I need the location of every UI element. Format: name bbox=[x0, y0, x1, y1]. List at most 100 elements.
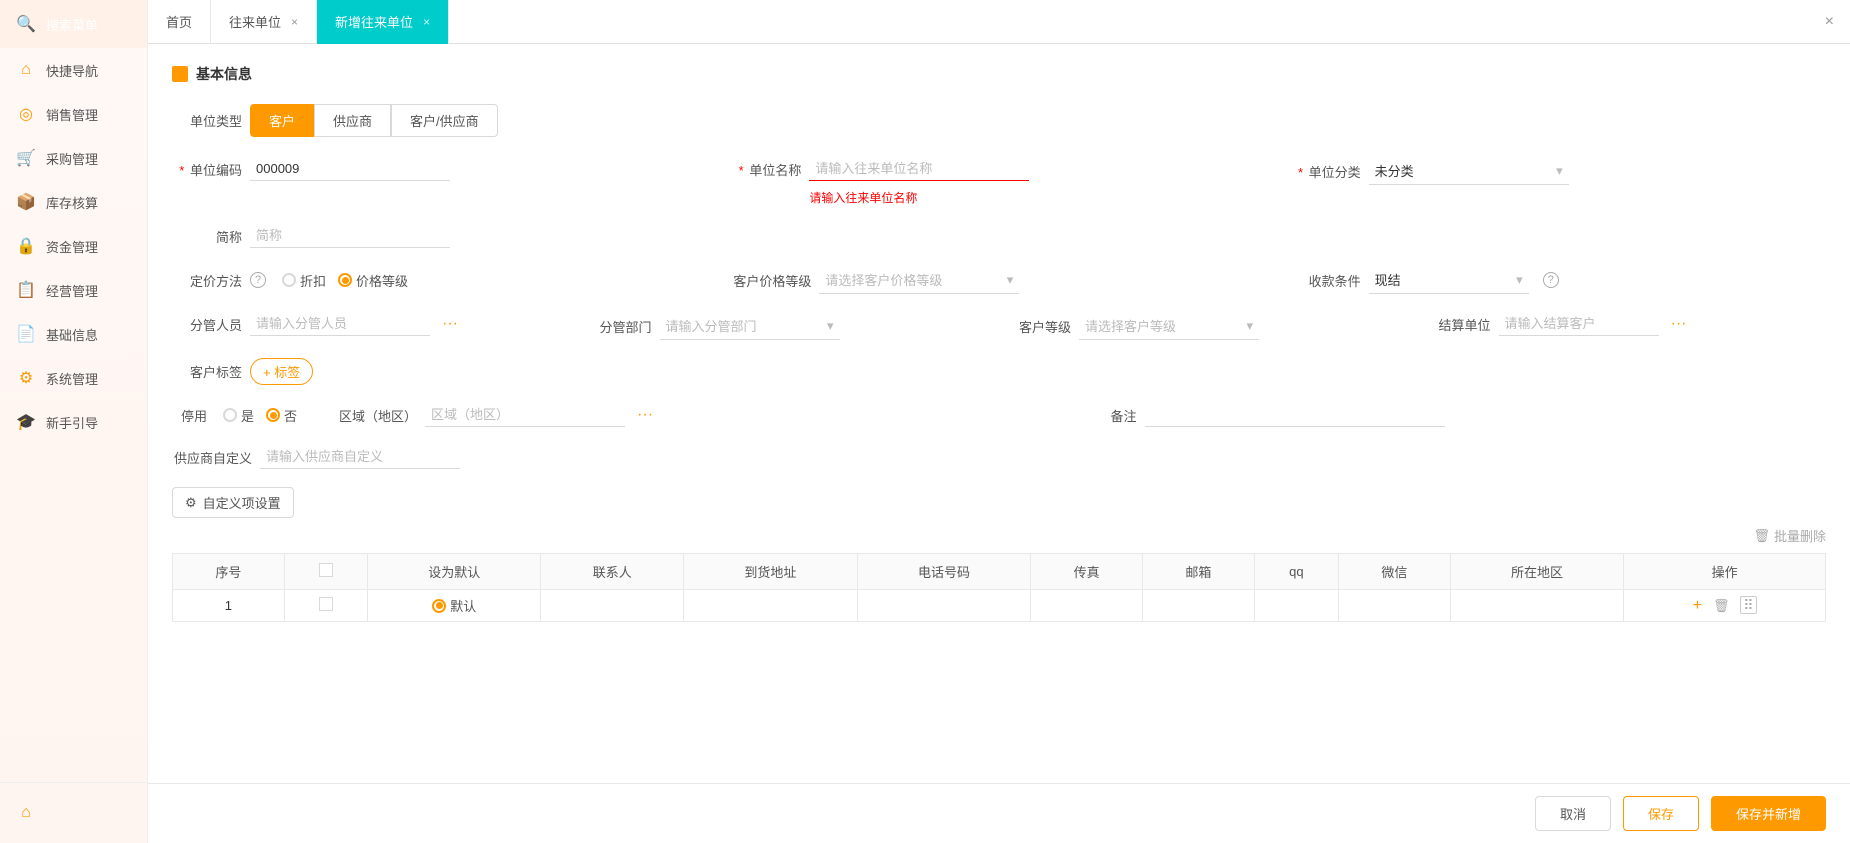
customer-level-select[interactable]: 请选择客户等级 ▾ bbox=[1079, 312, 1259, 340]
customer-price-level-field: 客户价格等级 请选择客户价格等级 ▾ bbox=[731, 266, 1266, 294]
unit-category-arrow: ▾ bbox=[1556, 163, 1563, 179]
cell-contact bbox=[541, 590, 684, 622]
sidebar-item-newbie[interactable]: 🎓 新手引导 bbox=[0, 400, 147, 444]
save-button[interactable]: 保存 bbox=[1623, 796, 1699, 831]
row-customer-tag: 客户标签 + 标签 bbox=[172, 358, 1826, 385]
sidebar-item-finance-label: 资金管理 bbox=[46, 237, 98, 256]
manager-input[interactable] bbox=[250, 312, 430, 336]
unit-category-select[interactable]: 未分类 ▾ bbox=[1369, 157, 1569, 185]
tab-partners-label: 往来单位 bbox=[229, 12, 281, 31]
radio-price-level[interactable]: 价格等级 bbox=[338, 271, 408, 290]
sidebar-item-inventory[interactable]: 📦 库存核算 bbox=[0, 180, 147, 224]
col-wechat: 微信 bbox=[1339, 554, 1451, 590]
row-checkbox[interactable] bbox=[319, 597, 333, 611]
dept-label: 分管部门 bbox=[592, 317, 652, 336]
gear-icon: ⚙ bbox=[185, 495, 197, 511]
col-qq: qq bbox=[1254, 554, 1338, 590]
unit-name-required: * bbox=[739, 163, 744, 178]
short-name-input[interactable] bbox=[250, 224, 450, 248]
dept-select[interactable]: 请输入分管部门 ▾ bbox=[660, 312, 840, 340]
custom-settings-button[interactable]: ⚙ 自定义项设置 bbox=[172, 487, 294, 518]
customer-level-arrow: ▾ bbox=[1246, 318, 1253, 334]
customer-level-label: 客户等级 bbox=[1011, 317, 1071, 336]
tab-new-partner-close[interactable]: × bbox=[423, 15, 430, 29]
tab-home[interactable]: 首页 bbox=[148, 0, 211, 44]
type-btn-customer[interactable]: 客户 bbox=[250, 104, 314, 137]
batch-delete-row[interactable]: 🗑 批量删除 bbox=[172, 526, 1826, 545]
row-drag-handle[interactable]: ⠿ bbox=[1740, 596, 1756, 614]
unit-name-input[interactable] bbox=[809, 157, 1029, 181]
region-more-btn[interactable]: ··· bbox=[633, 406, 657, 424]
manager-more-btn[interactable]: ··· bbox=[438, 315, 462, 333]
col-email: 邮箱 bbox=[1142, 554, 1254, 590]
sidebar-item-quicknav[interactable]: ⌂ 快捷导航 bbox=[0, 48, 147, 92]
radio-disabled-no[interactable]: 否 bbox=[266, 406, 297, 425]
table-header-checkbox[interactable] bbox=[319, 563, 333, 577]
purchase-icon: 🛒 bbox=[16, 148, 36, 168]
row-add-btn[interactable]: + bbox=[1693, 597, 1702, 614]
unit-category-field: * 单位分类 未分类 ▾ bbox=[1291, 157, 1826, 185]
payment-terms-help-icon[interactable]: ? bbox=[1543, 272, 1559, 288]
add-tag-button[interactable]: + 标签 bbox=[250, 358, 313, 385]
region-input[interactable] bbox=[425, 403, 625, 427]
operations-icon: 📋 bbox=[16, 280, 36, 300]
sidebar-item-sales-label: 销售管理 bbox=[46, 105, 98, 124]
remark-label: 备注 bbox=[1102, 406, 1137, 425]
col-phone: 电话号码 bbox=[857, 554, 1031, 590]
sidebar-bottom-home[interactable]: ⌂ bbox=[0, 791, 147, 835]
unit-code-required: * bbox=[179, 163, 184, 178]
payment-terms-select[interactable]: 现结 ▾ bbox=[1369, 266, 1529, 294]
radio-disabled-no-label: 否 bbox=[284, 406, 297, 425]
row-supplier-custom: 供应商自定义 bbox=[172, 445, 1826, 469]
row-delete-btn[interactable]: 🗑 bbox=[1713, 598, 1730, 613]
type-btn-both[interactable]: 客户/供应商 bbox=[391, 104, 498, 137]
cell-wechat bbox=[1339, 590, 1451, 622]
region-field: 区域（地区） ··· bbox=[337, 403, 1061, 427]
search-icon: 🔍 bbox=[16, 14, 36, 34]
col-default: 设为默认 bbox=[367, 554, 541, 590]
row-default-label: 默认 bbox=[450, 596, 476, 615]
customer-tag-field: 客户标签 + 标签 bbox=[172, 358, 1826, 385]
settlement-unit-more-btn[interactable]: ··· bbox=[1667, 315, 1691, 333]
sidebar-item-system[interactable]: ⚙ 系统管理 bbox=[0, 356, 147, 400]
cell-fax bbox=[1031, 590, 1143, 622]
radio-disabled-yes[interactable]: 是 bbox=[223, 406, 254, 425]
custom-settings-label: 自定义项设置 bbox=[203, 493, 281, 512]
radio-disabled-yes-circle bbox=[223, 408, 237, 422]
payment-terms-label: 收款条件 bbox=[1291, 271, 1361, 290]
inventory-icon: 📦 bbox=[16, 192, 36, 212]
row-shortname: 简称 bbox=[172, 224, 1826, 248]
supplier-custom-input[interactable] bbox=[260, 445, 460, 469]
row-default-radio[interactable]: 默认 bbox=[378, 596, 531, 615]
type-btn-supplier[interactable]: 供应商 bbox=[314, 104, 391, 137]
radio-discount[interactable]: 折扣 bbox=[282, 271, 326, 290]
sidebar-item-operations[interactable]: 📋 经营管理 bbox=[0, 268, 147, 312]
sidebar-item-purchase[interactable]: 🛒 采购管理 bbox=[0, 136, 147, 180]
sidebar-item-search[interactable]: 🔍 搜索菜单 bbox=[0, 0, 147, 48]
disabled-radio-group: 是 否 bbox=[223, 406, 297, 425]
tab-partners[interactable]: 往来单位 × bbox=[211, 0, 317, 44]
save-and-add-button[interactable]: 保存并新增 bbox=[1711, 796, 1826, 831]
tab-partners-close[interactable]: × bbox=[291, 15, 298, 29]
row-disabled-region: 停用 是 否 区域（地区） bbox=[172, 403, 1826, 427]
customer-price-level-placeholder: 请选择客户价格等级 bbox=[825, 270, 942, 289]
manager-label: 分管人员 bbox=[172, 315, 242, 334]
unit-code-label: * 单位编码 bbox=[172, 160, 242, 179]
sidebar-item-basic[interactable]: 📄 基础信息 bbox=[0, 312, 147, 356]
pricing-radio-group: 折扣 价格等级 bbox=[282, 271, 408, 290]
sidebar-item-system-label: 系统管理 bbox=[46, 369, 98, 388]
sidebar-item-sales[interactable]: ◎ 销售管理 bbox=[0, 92, 147, 136]
cancel-button[interactable]: 取消 bbox=[1535, 796, 1611, 831]
remark-input[interactable] bbox=[1145, 403, 1445, 427]
settlement-unit-input[interactable] bbox=[1499, 312, 1659, 336]
table-header-row: 序号 设为默认 联系人 到货地址 电话号码 传真 邮箱 qq 微信 所在地区 操… bbox=[173, 554, 1826, 590]
sidebar-item-search-label: 搜索菜单 bbox=[46, 15, 98, 34]
tabbar-global-close[interactable]: × bbox=[1809, 13, 1850, 31]
tab-new-partner[interactable]: 新增往来单位 × bbox=[317, 0, 449, 44]
unit-category-label: * 单位分类 bbox=[1291, 162, 1361, 181]
basic-icon: 📄 bbox=[16, 324, 36, 344]
unit-code-input[interactable] bbox=[250, 157, 450, 181]
sidebar-item-finance[interactable]: 🔒 资金管理 bbox=[0, 224, 147, 268]
pricing-help-icon[interactable]: ? bbox=[250, 272, 266, 288]
customer-price-level-select[interactable]: 请选择客户价格等级 ▾ bbox=[819, 266, 1019, 294]
